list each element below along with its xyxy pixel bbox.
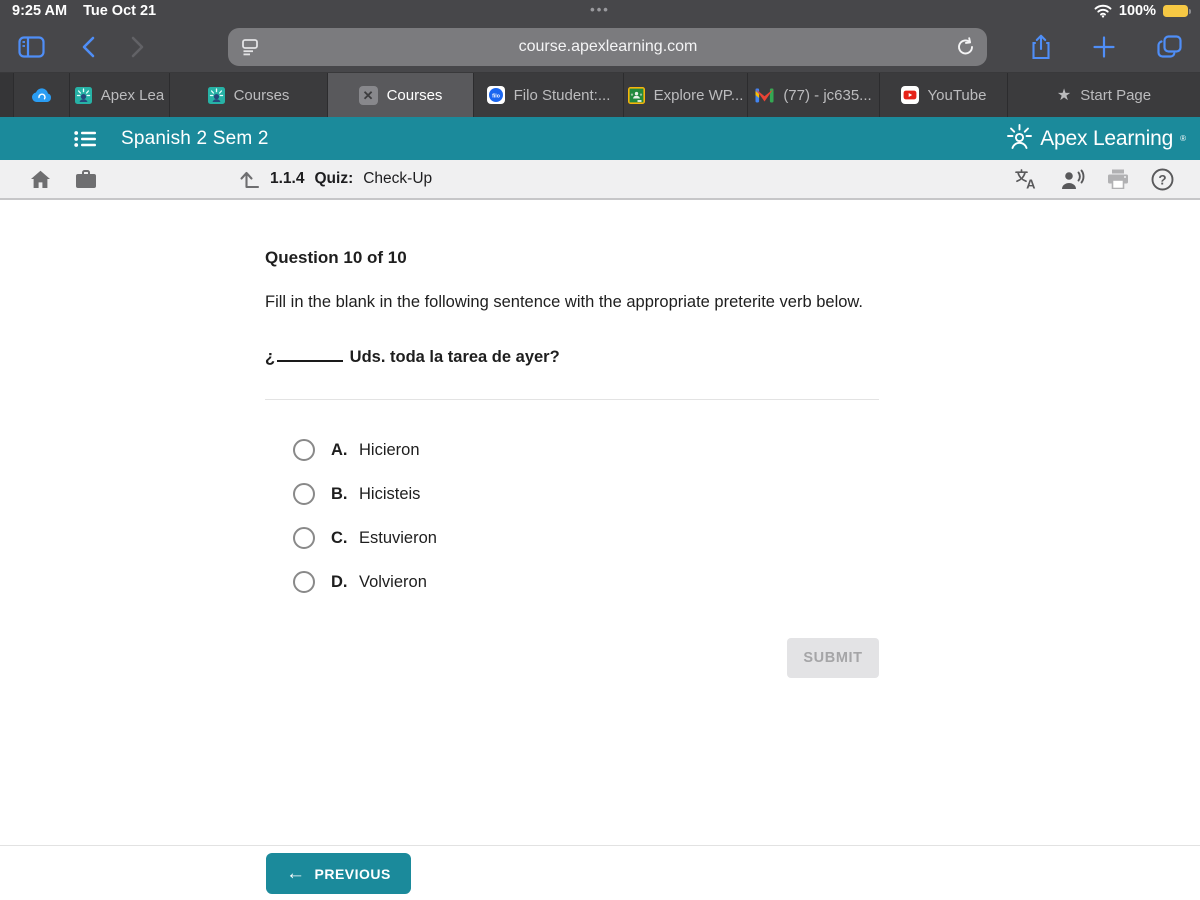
new-tab-icon[interactable] [1093, 36, 1115, 58]
left-arrow-icon: ← [286, 863, 306, 884]
question-divider [265, 399, 879, 400]
apex-favicon [207, 86, 225, 104]
tab-label: Explore WP... [653, 86, 744, 104]
tab-edge-stub[interactable] [0, 73, 14, 117]
level-up-icon[interactable] [239, 169, 260, 189]
read-aloud-icon[interactable] [1060, 169, 1085, 190]
tab-cloud[interactable] [14, 73, 70, 117]
translate-icon[interactable]: A [1014, 168, 1038, 190]
tab-start-page[interactable]: ★ Start Page [1008, 73, 1200, 117]
question-prompt: Fill in the blank in the following sente… [265, 293, 864, 311]
radio-button[interactable] [293, 483, 315, 505]
tab-label: (77) - jc635... [783, 86, 872, 104]
tab-youtube[interactable]: YouTube [880, 73, 1008, 117]
url-text: course.apexlearning.com [518, 38, 698, 55]
question-sentence: ¿ Uds. toda la tarea de ayer? [265, 348, 879, 367]
tab-apex-learning[interactable]: Apex Lea [70, 73, 170, 117]
option-letter: A. [331, 440, 348, 459]
option-letter: C. [331, 528, 348, 547]
tab-filo[interactable]: filo Filo Student:... [474, 73, 624, 117]
sidebar-icon[interactable] [18, 36, 45, 58]
activity-number: 1.1.4 [270, 170, 305, 187]
course-title: Spanish 2 Sem 2 [121, 127, 269, 149]
close-tab-icon[interactable]: ✕ [358, 85, 378, 105]
option-text: Volvieron [359, 572, 427, 591]
reload-icon[interactable] [956, 37, 975, 57]
youtube-favicon [900, 86, 919, 104]
date: Tue Oct 21 [83, 3, 157, 19]
option-text: Hicieron [359, 440, 420, 459]
tab-strip: Apex Lea Courses ✕ Courses filo Filo Stu… [0, 72, 1200, 117]
apex-learning-logo: Apex Learning ® [1006, 123, 1186, 155]
radio-button[interactable] [293, 439, 315, 461]
option-c[interactable]: C. Estuvieron [293, 516, 879, 560]
option-text: Hicisteis [359, 484, 421, 503]
course-menu-icon[interactable] [74, 130, 97, 148]
quiz-footer: ← PREVIOUS [0, 845, 1200, 900]
option-b[interactable]: B. Hicisteis [293, 472, 879, 516]
tab-label: Courses [386, 86, 443, 104]
cloud-favicon [31, 87, 53, 103]
option-letter: B. [331, 484, 348, 503]
status-bar: 9:25 AM Tue Oct 21 ••• 100% [0, 0, 1200, 22]
tab-courses[interactable]: Courses [170, 73, 328, 117]
apex-favicon [74, 86, 92, 104]
activity-type: Quiz: [314, 170, 354, 187]
gmail-favicon [755, 88, 774, 103]
status-handle: ••• [590, 2, 610, 17]
forward-icon[interactable] [131, 36, 145, 58]
option-a[interactable]: A. Hicieron [293, 428, 879, 472]
reader-icon[interactable] [240, 37, 260, 57]
classroom-favicon [627, 86, 645, 104]
activity-name: Check-Up [363, 170, 433, 187]
radio-button[interactable] [293, 571, 315, 593]
battery-icon [1163, 5, 1191, 17]
filo-favicon: filo [486, 86, 505, 104]
tab-label: Filo Student:... [513, 86, 611, 104]
clock: 9:25 AM [12, 3, 68, 19]
star-icon: ★ [1056, 87, 1072, 104]
sentence-suffix: Uds. toda la tarea de ayer? [345, 348, 560, 366]
answer-options: A. Hicieron B. Hicisteis C. Estuvieron D… [293, 428, 879, 604]
tab-label: Apex Lea [100, 86, 165, 104]
fill-in-blank [277, 348, 344, 362]
option-letter: D. [331, 572, 348, 591]
tab-overview-icon[interactable] [1157, 35, 1182, 59]
submit-button[interactable]: SUBMIT [787, 638, 879, 678]
svg-text:?: ? [1158, 172, 1166, 187]
tab-courses-active[interactable]: ✕ Courses [328, 73, 474, 117]
brand-name: Apex Learning [1040, 126, 1174, 150]
svg-text:A: A [1026, 177, 1036, 191]
help-icon[interactable]: ? [1151, 168, 1174, 191]
share-icon[interactable] [1031, 34, 1051, 60]
activity-toolbar: 1.1.4 Quiz: Check-Up A ? [0, 160, 1200, 200]
tab-label: YouTube [927, 86, 987, 104]
option-d[interactable]: D. Volvieron [293, 560, 879, 604]
address-bar[interactable]: course.apexlearning.com [228, 28, 987, 66]
browser-chrome: 9:25 AM Tue Oct 21 ••• 100% course.apexl… [0, 0, 1200, 117]
ipad-screen: 9:25 AM Tue Oct 21 ••• 100% course.apexl… [0, 0, 1200, 900]
safari-toolbar: course.apexlearning.com [0, 22, 1200, 72]
previous-button[interactable]: ← PREVIOUS [266, 853, 411, 894]
briefcase-icon[interactable] [75, 169, 97, 189]
tab-gmail[interactable]: (77) - jc635... [748, 73, 880, 117]
wifi-icon [1094, 4, 1112, 18]
tab-explore-wp[interactable]: Explore WP... [624, 73, 748, 117]
tab-label: Courses [233, 86, 290, 104]
tab-label: Start Page [1080, 86, 1152, 104]
home-icon[interactable] [30, 170, 51, 189]
option-text: Estuvieron [359, 528, 437, 547]
battery-percent: 100% [1118, 3, 1156, 19]
apex-logo-icon [1006, 123, 1033, 155]
print-icon[interactable] [1107, 169, 1129, 189]
sentence-prefix: ¿ [265, 348, 276, 366]
back-icon[interactable] [81, 36, 95, 58]
question-progress: Question 10 of 10 [265, 248, 407, 267]
filo-favicon-text: filo [492, 93, 500, 99]
brand-trademark: ® [1180, 134, 1186, 143]
course-header: Spanish 2 Sem 2 Apex Learning ® [0, 117, 1200, 160]
radio-button[interactable] [293, 527, 315, 549]
quiz-content: Question 10 of 10 Fill in the blank in t… [0, 200, 1200, 900]
previous-label: PREVIOUS [314, 865, 391, 882]
